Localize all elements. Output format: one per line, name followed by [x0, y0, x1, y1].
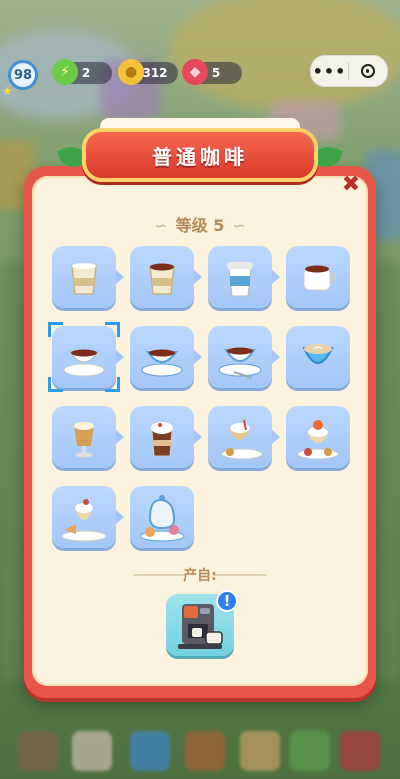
chain-arrow-icon: [116, 270, 124, 284]
selection-corner: [105, 377, 120, 392]
gem-counter[interactable]: ◆ 5: [182, 59, 242, 85]
item-tile-12[interactable]: [286, 406, 350, 468]
level-heading: ∽ 等级 5 ∽: [0, 212, 400, 236]
paper-cup-coffee-icon: [149, 263, 175, 295]
dialog-title-banner: 普通咖啡: [82, 128, 318, 182]
gem-icon: ◆: [182, 59, 208, 85]
item-tile-4[interactable]: [286, 246, 350, 308]
chain-arrow-icon: [272, 350, 280, 364]
item-tile-14[interactable]: [130, 486, 194, 548]
paper-cup-empty-icon: [71, 263, 97, 295]
teapot-dessert-set-icon: [139, 495, 185, 542]
fruit-parfait-icon: [297, 420, 339, 460]
chain-arrow-icon: [116, 430, 124, 444]
item-tile-2[interactable]: [130, 246, 202, 308]
more-dots-icon[interactable]: •••: [311, 62, 348, 81]
mug-coffee-icon: [303, 265, 336, 291]
selection-corner: [48, 377, 63, 392]
star-icon: ★: [2, 84, 13, 98]
chain-arrow-icon: [116, 510, 124, 524]
energy-bolt-icon: ⚡: [52, 59, 78, 85]
coin-icon: ●: [118, 59, 144, 85]
takeaway-cup-icon: [227, 262, 253, 297]
dialog-title: 普通咖啡: [152, 144, 248, 169]
chain-arrow-icon: [272, 270, 280, 284]
item-tile-9[interactable]: [52, 406, 124, 468]
gem-value: 5: [211, 66, 221, 80]
chain-arrow-icon: [116, 350, 124, 364]
target-icon[interactable]: [349, 64, 386, 78]
mini-program-capsule: •••: [310, 55, 388, 87]
teacup-saucer-icon: [141, 349, 183, 377]
source-alert-badge[interactable]: !: [216, 590, 238, 612]
parfait-dessert-icon: [221, 419, 263, 460]
cake-sundae-icon: [61, 499, 107, 542]
item-tile-8[interactable]: [286, 326, 350, 388]
mocha-glass-icon: [151, 422, 173, 457]
irish-coffee-glass-icon: [74, 422, 94, 458]
latte-art-cup-icon: [302, 344, 334, 364]
selection-corner: [48, 322, 63, 337]
item-tile-11[interactable]: [208, 406, 280, 468]
item-tile-13[interactable]: [52, 486, 124, 548]
chain-arrow-icon: [194, 430, 202, 444]
item-tile-10[interactable]: [130, 406, 202, 468]
selection-corner: [105, 322, 120, 337]
coin-counter[interactable]: ● 312: [118, 59, 178, 85]
item-tile-6[interactable]: [130, 326, 202, 388]
item-tile-5[interactable]: [48, 322, 124, 392]
swirl-right-icon: ∽: [232, 216, 246, 235]
item-tile-3[interactable]: [208, 246, 280, 308]
source-label: 产自:: [183, 568, 217, 584]
teacup-spoon-icon: [218, 347, 262, 379]
energy-value: 2: [81, 66, 91, 80]
swirl-left-icon: ∽: [154, 216, 168, 235]
level-label: 等级 5: [175, 216, 225, 235]
item-tile-1[interactable]: [52, 246, 124, 308]
close-icon[interactable]: ✖: [340, 174, 362, 196]
chain-arrow-icon: [194, 270, 202, 284]
chain-arrow-icon: [272, 430, 280, 444]
chain-arrow-icon: [194, 350, 202, 364]
energy-counter[interactable]: ⚡ 2: [52, 59, 112, 85]
item-tile-7[interactable]: [208, 326, 280, 388]
coin-value: 312: [142, 66, 168, 80]
